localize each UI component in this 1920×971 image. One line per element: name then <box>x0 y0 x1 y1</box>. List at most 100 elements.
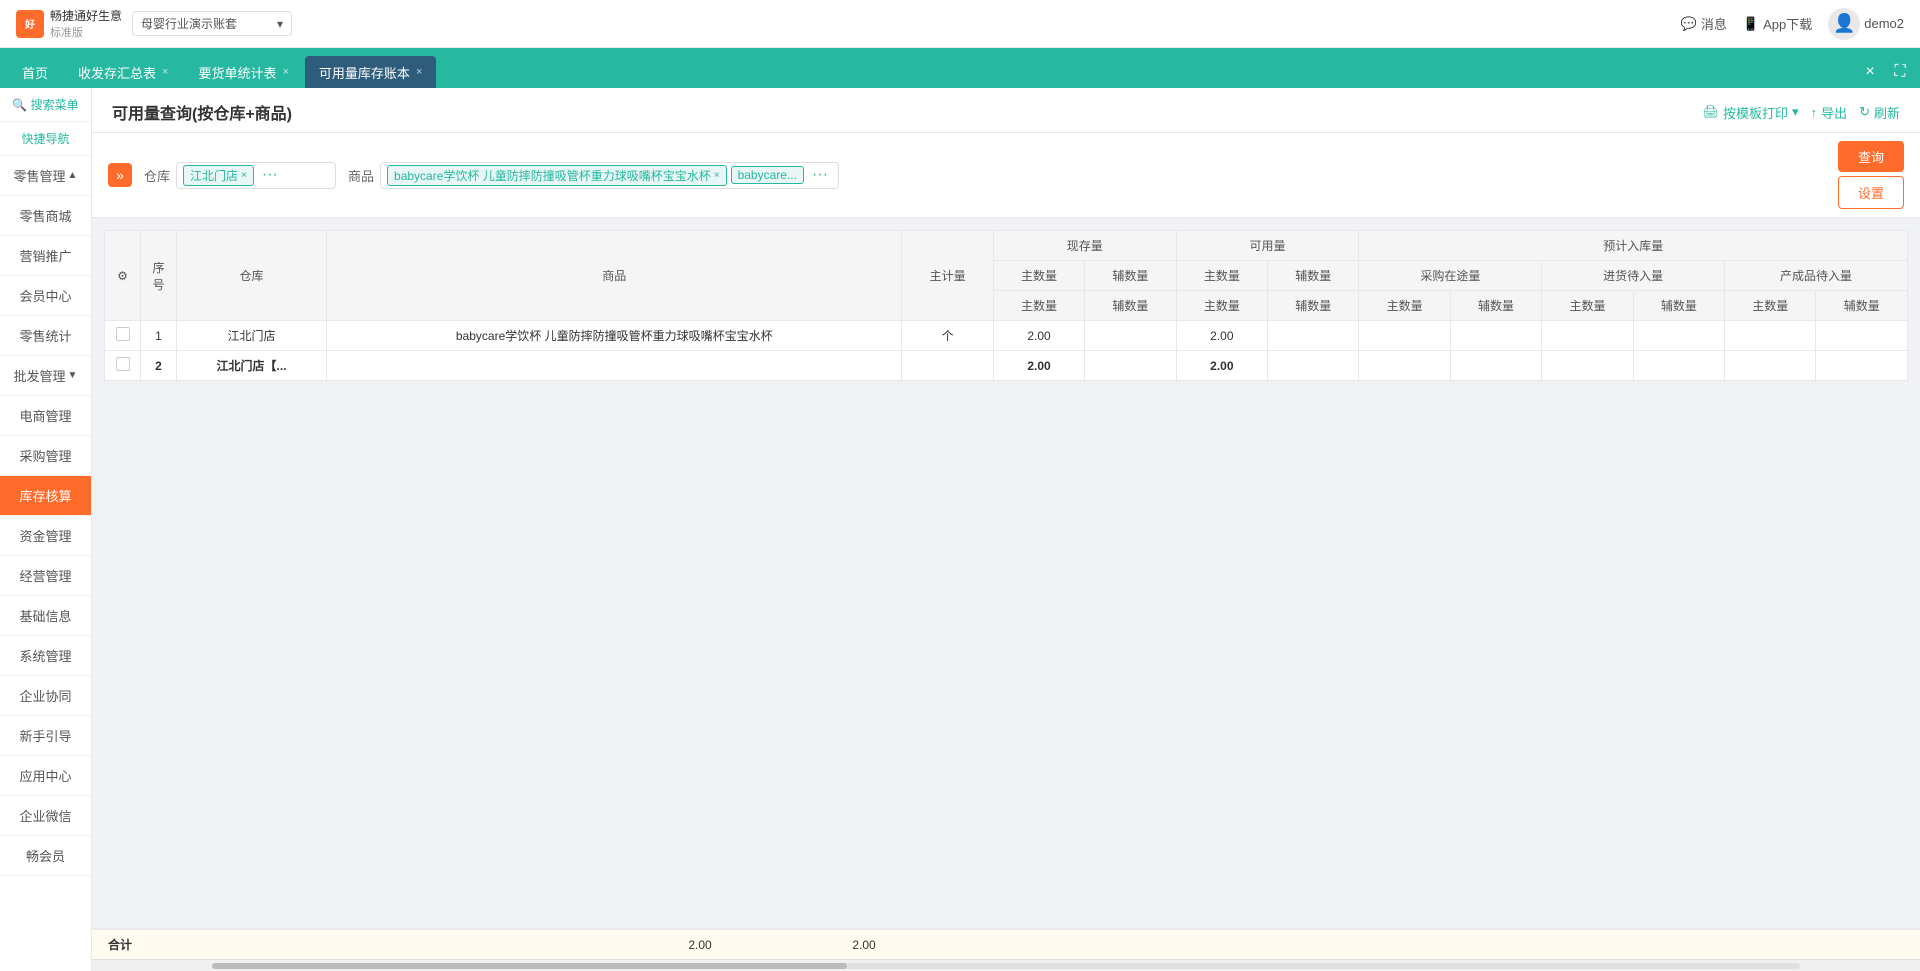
col-available-group-header: 可用量 <box>1176 231 1359 261</box>
sidebar-item-wechat[interactable]: 企业微信 <box>0 796 91 836</box>
tab-order-stats[interactable]: 要货单统计表 × <box>184 56 302 88</box>
scrollbar-thumb[interactable] <box>212 963 847 969</box>
sidebar-item-system[interactable]: 系统管理 <box>0 636 91 676</box>
bottom-scrollbar[interactable] <box>92 959 1920 971</box>
sidebar-item-vip[interactable]: 畅会员 <box>0 836 91 876</box>
ecommerce-label: 电商管理 <box>19 409 71 424</box>
table-row[interactable]: 1 江北门店 babycare学饮杯 儿童防摔防撞吸管杯重力球吸嘴杯宝宝水杯 个… <box>105 321 1908 351</box>
product-tag-1[interactable]: babycare学饮杯 儿童防摔防撞吸管杯重力球吸嘴杯宝宝水杯 × <box>387 165 727 186</box>
row2-goods-main <box>1542 351 1633 381</box>
sidebar-item-purchase[interactable]: 采购管理 <box>0 436 91 476</box>
sidebar-item-retail-stats[interactable]: 零售统计 <box>0 316 91 356</box>
industry-selector[interactable]: 母婴行业演示账套 ▾ <box>132 11 292 36</box>
col-avail-sub-header: 辅数量 <box>1268 261 1359 291</box>
wholesale-label: 批发管理 <box>14 366 66 385</box>
sidebar-item-member[interactable]: 会员中心 <box>0 276 91 316</box>
tab-available-stock-close[interactable]: × <box>416 66 422 78</box>
retail-label: 零售管理 <box>14 166 66 185</box>
col-prod-pend-group-header: 产成品待入量 <box>1725 261 1908 291</box>
template-print-btn[interactable]: 🖨 按模板打印 ▾ <box>1703 103 1799 122</box>
sidebar-item-enterprise[interactable]: 企业协同 <box>0 676 91 716</box>
quick-nav-label: 快捷导航 <box>21 132 69 146</box>
wholesale-arrow: ▼ <box>68 370 78 381</box>
sidebar-search[interactable]: 🔍 搜索菜单 <box>0 88 91 122</box>
settings-button[interactable]: 设置 <box>1838 176 1904 209</box>
app-download-action[interactable]: 📱 App下载 <box>1743 14 1812 33</box>
close-window-icon[interactable]: × <box>1858 60 1882 84</box>
template-print-label: 按模板打印 <box>1723 103 1788 122</box>
col-avail-main2-header: 主数量 <box>1176 291 1267 321</box>
product-tag-input[interactable]: babycare学饮杯 儿童防摔防撞吸管杯重力球吸嘴杯宝宝水杯 × babyca… <box>380 162 839 189</box>
warehouse-filter-label: 仓库 <box>144 166 170 185</box>
row1-no: 1 <box>141 321 177 351</box>
row1-goods-main <box>1542 321 1633 351</box>
scrollbar-track[interactable] <box>212 963 1800 969</box>
sidebar-item-basic[interactable]: 基础信息 <box>0 596 91 636</box>
row2-avail-sub <box>1268 351 1359 381</box>
row1-product: babycare学饮杯 儿童防摔防撞吸管杯重力球吸嘴杯宝宝水杯 <box>327 321 902 351</box>
message-action[interactable]: 💬 消息 <box>1681 14 1727 33</box>
row1-avail-sub <box>1268 321 1359 351</box>
product-tag-2[interactable]: babycare... <box>731 166 804 184</box>
sidebar-item-retail-mall[interactable]: 零售商城 <box>0 196 91 236</box>
sidebar-item-wholesale[interactable]: 批发管理 ▼ <box>0 356 91 396</box>
query-button[interactable]: 查询 <box>1838 141 1904 172</box>
row2-prod-main <box>1725 351 1816 381</box>
sidebar-item-marketing[interactable]: 营销推广 <box>0 236 91 276</box>
export-label: 导出 <box>1821 103 1847 122</box>
maximize-icon[interactable]: ⛶ <box>1888 60 1912 84</box>
newbie-label: 新手引导 <box>19 729 71 744</box>
wechat-label: 企业微信 <box>19 809 71 824</box>
top-bar-right: 💬 消息 📱 App下载 👤 demo2 <box>1681 8 1904 40</box>
row1-prod-sub <box>1816 321 1908 351</box>
col-no-header: 序号 <box>141 231 177 321</box>
sidebar-item-newbie[interactable]: 新手引导 <box>0 716 91 756</box>
col-gear-header[interactable]: ⚙ <box>105 231 141 321</box>
tab-order-stats-close[interactable]: × <box>282 66 288 78</box>
row1-check[interactable] <box>105 321 141 351</box>
product-more-btn[interactable]: ··· <box>808 166 832 184</box>
col-product-header: 商品 <box>327 231 902 321</box>
system-label: 系统管理 <box>19 649 71 664</box>
tab-order-stats-label: 要货单统计表 <box>198 63 276 82</box>
product-tag-1-close[interactable]: × <box>714 170 720 181</box>
warehouse-more-btn[interactable]: ··· <box>258 166 282 184</box>
filter-expand-button[interactable]: » <box>108 163 132 187</box>
search-label: 搜索菜单 <box>31 98 79 112</box>
tab-receive-summary[interactable]: 收发存汇总表 × <box>64 56 182 88</box>
sidebar-item-retail[interactable]: 零售管理 ▲ <box>0 156 91 196</box>
col-prod-sub-header: 辅数量 <box>1816 291 1908 321</box>
tab-home[interactable]: 首页 <box>8 56 62 88</box>
row2-prod-sub <box>1816 351 1908 381</box>
table-wrapper: ⚙ 序号 仓库 商品 主计量 现存量 可用量 预计入库量 主数量 辅数量 主数量 <box>92 218 1920 928</box>
col-stock-sub-header: 辅数量 <box>1085 261 1176 291</box>
sidebar-item-quick-nav[interactable]: 快捷导航 <box>0 122 91 156</box>
tab-receive-summary-close[interactable]: × <box>162 66 168 78</box>
row2-check[interactable] <box>105 351 141 381</box>
content-area: 可用量查询(按仓库+商品) 🖨 按模板打印 ▾ ↑ 导出 ↻ 刷新 » <box>92 88 1920 971</box>
col-unit-header: 主计量 <box>902 231 993 321</box>
refresh-btn[interactable]: ↻ 刷新 <box>1859 103 1900 122</box>
sidebar-item-finance[interactable]: 资金管理 <box>0 516 91 556</box>
warehouse-tag-close[interactable]: × <box>241 170 247 181</box>
tab-available-stock[interactable]: 可用量库存账本 × <box>305 56 436 88</box>
sidebar-item-operations[interactable]: 经营管理 <box>0 556 91 596</box>
sidebar-item-inventory[interactable]: 库存核算 <box>0 476 91 516</box>
table-row[interactable]: 2 江北门店【... 2.00 2.00 <box>105 351 1908 381</box>
sidebar-item-app-center[interactable]: 应用中心 <box>0 756 91 796</box>
inventory-label: 库存核算 <box>19 489 71 504</box>
export-icon: ↑ <box>1811 105 1818 120</box>
warehouse-tag[interactable]: 江北门店 × <box>183 165 254 186</box>
row1-pur-sub <box>1450 321 1541 351</box>
row2-goods-sub <box>1633 351 1724 381</box>
checkbox-icon[interactable] <box>116 357 130 371</box>
user-action[interactable]: 👤 demo2 <box>1828 8 1904 40</box>
row1-stock-main: 2.00 <box>993 321 1084 351</box>
sidebar-item-ecommerce[interactable]: 电商管理 <box>0 396 91 436</box>
export-btn[interactable]: ↑ 导出 <box>1811 103 1848 122</box>
checkbox-icon[interactable] <box>116 327 130 341</box>
row2-pur-main <box>1359 351 1450 381</box>
warehouse-tag-input[interactable]: 江北门店 × ··· <box>176 162 336 189</box>
purchase-label: 采购管理 <box>19 449 71 464</box>
col-pur-sub-header: 辅数量 <box>1450 291 1541 321</box>
